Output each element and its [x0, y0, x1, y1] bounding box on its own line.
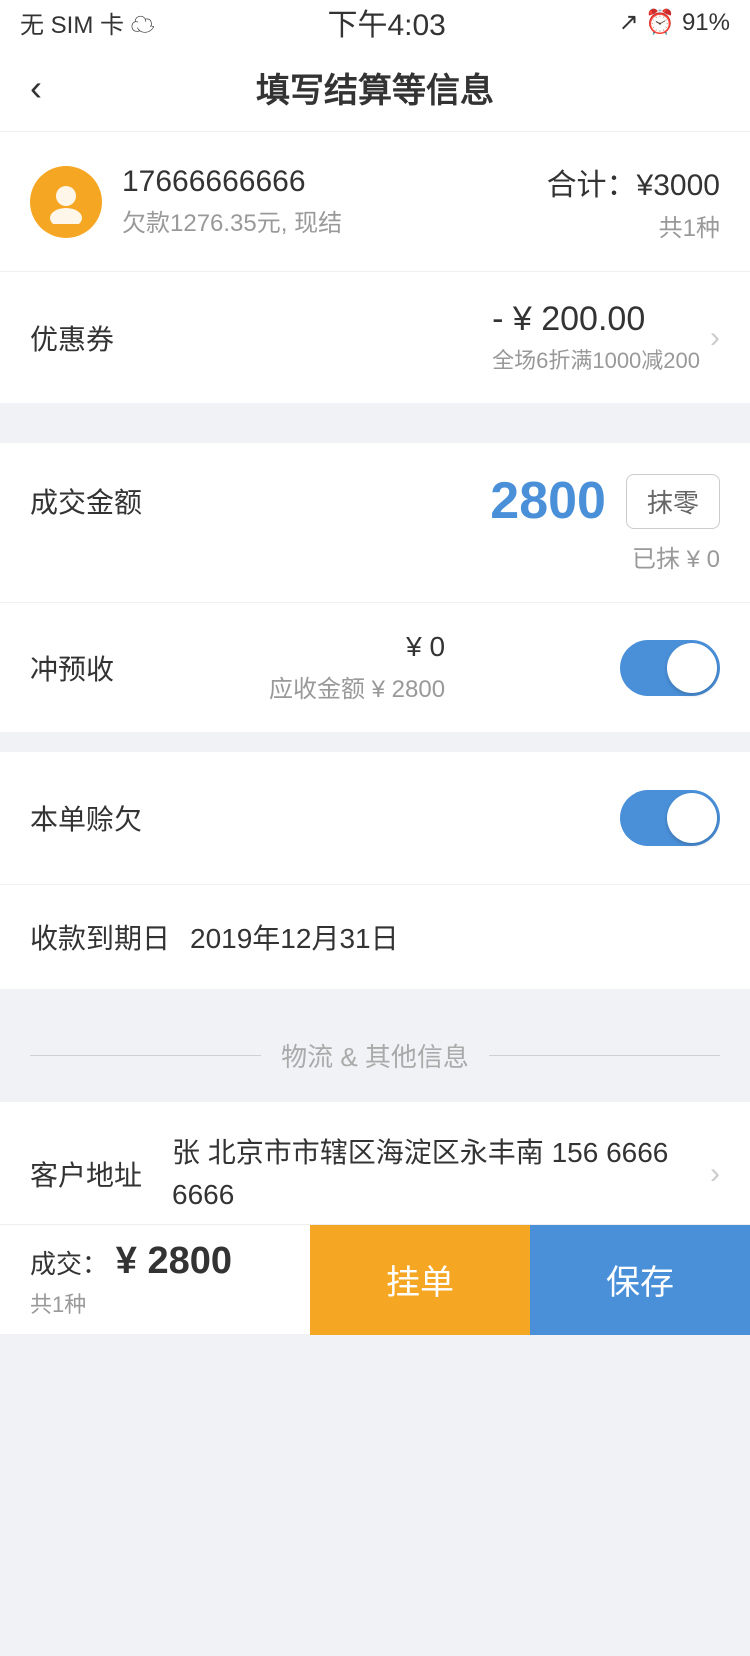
prepay-toggle[interactable] — [620, 640, 720, 696]
amount-value: 2800 — [490, 471, 606, 531]
avatar — [30, 166, 102, 238]
coupon-arrow-icon: › — [710, 321, 720, 355]
coupon-row[interactable]: 优惠券 - ¥ 200.00 全场6折满1000减200 › — [0, 271, 750, 403]
customer-row: 17666666666 欠款1276.35元, 现结 合计：¥3000 共1种 — [0, 132, 750, 271]
customer-section: 17666666666 欠款1276.35元, 现结 合计：¥3000 共1种 … — [0, 132, 750, 403]
coupon-label: 优惠券 — [30, 318, 114, 358]
prepay-label: 冲预收 — [30, 648, 114, 688]
debt-label: 本单赊欠 — [30, 798, 142, 838]
page-title: 填写结算等信息 — [256, 63, 494, 112]
bottom-deal-amount: ¥ 2800 — [116, 1240, 232, 1282]
customer-total: 合计：¥3000 共1种 — [547, 160, 720, 243]
status-icons: ↗ ⏰ 91% — [619, 8, 730, 37]
logistics-line-left — [30, 1055, 261, 1056]
bottom-deal-label: 成交： — [30, 1249, 108, 1279]
gray-divider-2 — [0, 732, 750, 752]
status-right: ↗ ⏰ 91% — [619, 8, 730, 37]
coupon-discount: - ¥ 200.00 — [492, 300, 700, 339]
prepay-row: 冲预收 ¥ 0 应收金额 ¥ 2800 — [0, 602, 750, 732]
debt-row: 本单赊欠 — [0, 752, 750, 884]
coupon-desc: 全场6折满1000减200 — [492, 343, 700, 375]
coupon-right: - ¥ 200.00 全场6折满1000减200 › — [492, 300, 720, 375]
bottom-summary: 成交： ¥ 2800 共1种 — [0, 1240, 310, 1319]
bottom-deal-row: 成交： ¥ 2800 — [30, 1240, 280, 1283]
amount-right: 2800 抹零 — [490, 471, 720, 531]
logistics-text: 物流 & 其他信息 — [261, 1037, 489, 1074]
save-button[interactable]: 保存 — [530, 1225, 750, 1335]
hang-button[interactable]: 挂单 — [310, 1225, 530, 1335]
due-date-label: 收款到期日 — [30, 917, 170, 957]
bottom-bar: 成交： ¥ 2800 共1种 挂单 保存 — [0, 1224, 750, 1334]
logistics-line-right — [489, 1055, 720, 1056]
status-bar: 无 SIM 卡 ☁ 下午4:03 ↗ ⏰ 91% — [0, 0, 750, 44]
nav-bar: ‹ 填写结算等信息 — [0, 44, 750, 132]
due-date-value: 2019年12月31日 — [190, 917, 399, 957]
amount-section: 成交金额 2800 抹零 已抹 ¥ 0 — [0, 443, 750, 602]
sim-text: 无 SIM 卡 ☁ — [20, 5, 155, 40]
address-value: 张 北京市市辖区海淀区永丰南 156 6666 6666 — [172, 1132, 710, 1216]
customer-info: 17666666666 欠款1276.35元, 现结 — [122, 165, 547, 238]
debt-toggle[interactable] — [620, 790, 720, 846]
customer-sub-text: 欠款1276.35元, 现结 — [122, 203, 547, 238]
amount-row: 成交金额 2800 抹零 — [30, 471, 720, 531]
round-off-button[interactable]: 抹零 — [626, 474, 720, 529]
customer-phone: 17666666666 — [122, 165, 547, 199]
amount-label: 成交金额 — [30, 481, 142, 521]
total-sub: 共1种 — [547, 208, 720, 243]
prepay-right: ¥ 0 应收金额 ¥ 2800 — [269, 631, 445, 704]
logistics-divider: 物流 & 其他信息 — [0, 1009, 750, 1102]
gray-divider-1 — [0, 423, 750, 443]
due-date-row: 收款到期日 2019年12月31日 — [0, 884, 750, 989]
user-icon — [44, 180, 88, 224]
gray-divider-3 — [0, 989, 750, 1009]
prepay-amount: ¥ 0 — [406, 631, 445, 663]
address-arrow-icon: › — [710, 1157, 720, 1191]
status-left: 无 SIM 卡 ☁ — [20, 5, 155, 40]
prepay-sub: 应收金额 ¥ 2800 — [269, 669, 445, 704]
prepay-toggle-knob — [667, 643, 717, 693]
bottom-count: 共1种 — [30, 1287, 280, 1319]
back-button[interactable]: ‹ — [30, 67, 42, 109]
status-time: 下午4:03 — [327, 0, 445, 44]
total-amount: 合计：¥3000 — [547, 160, 720, 204]
amount-sub: 已抹 ¥ 0 — [30, 539, 720, 574]
debt-toggle-knob — [667, 793, 717, 843]
address-label: 客户地址 — [30, 1154, 142, 1194]
